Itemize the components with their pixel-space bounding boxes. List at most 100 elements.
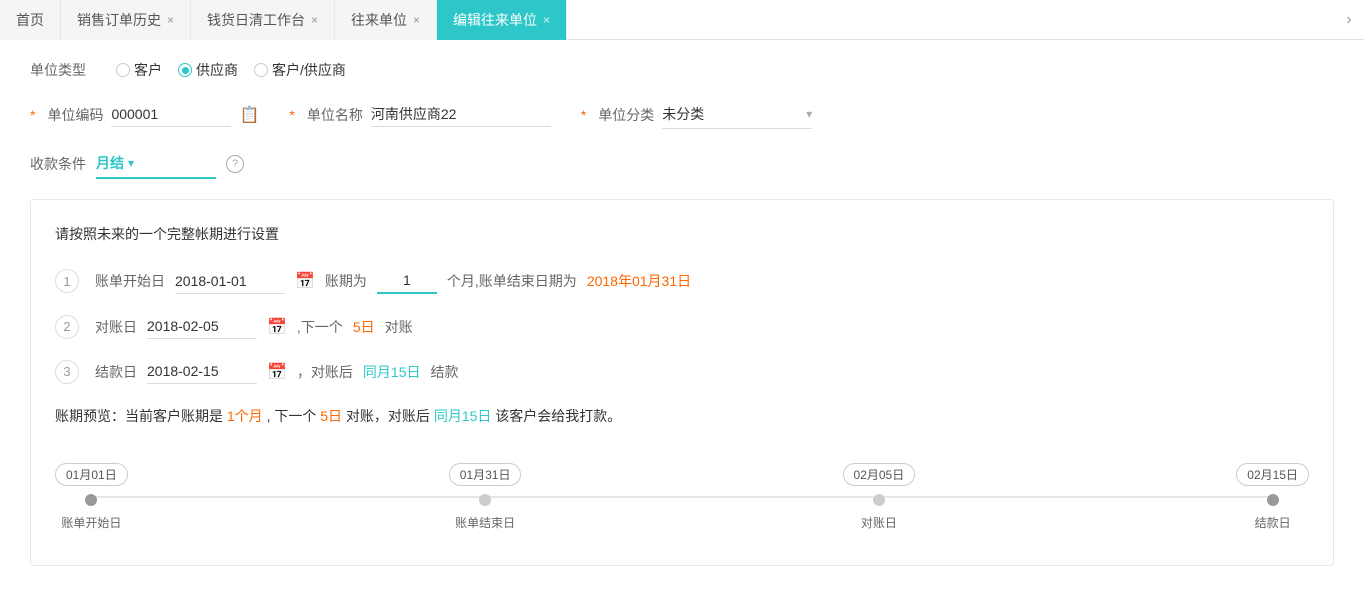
- tl-label-1: 账单结束日: [455, 514, 515, 531]
- step-1-content: 账单开始日 📅 账期为 个月,账单结束日期为 2018年01月31日: [95, 268, 691, 294]
- payment-condition-value: 月结: [96, 153, 124, 173]
- tab-home-label: 首页: [16, 10, 44, 30]
- unit-category-select[interactable]: 未分类 ▾: [662, 100, 812, 129]
- preview-text: 账期预览：当前客户账期是 1个月 , 下一个 5日 对账，对账后 同月15日 该…: [55, 404, 1309, 429]
- step-3-num: 3: [55, 360, 79, 384]
- step-1-label: 账单开始日: [95, 271, 165, 291]
- step-3-suffix-after: 结款: [431, 362, 459, 382]
- tl-label-0: 账单开始日: [61, 514, 121, 531]
- payment-condition-row: 收款条件 月结 ▾ ?: [30, 149, 1334, 179]
- tabs-bar: 首页 销售订单历史 × 钱货日清工作台 × 往来单位 × 编辑往来单位 × ›: [0, 0, 1364, 40]
- tl-dot-1: [479, 494, 491, 506]
- radio-supplier[interactable]: 供应商: [178, 60, 238, 80]
- tab-cash-work-close[interactable]: ×: [311, 14, 318, 26]
- tl-badge-0: 01月01日: [55, 463, 128, 486]
- step-3-highlight: 同月15日: [363, 362, 421, 382]
- tl-label-2: 对账日: [861, 514, 897, 531]
- unit-category-group: * 单位分类 未分类 ▾: [581, 100, 812, 129]
- unit-code-label: 单位编码: [47, 105, 103, 125]
- step-2-date-input[interactable]: [147, 314, 257, 339]
- radio-customer-circle: [116, 63, 130, 77]
- payment-condition-select[interactable]: 月结 ▾: [96, 149, 216, 179]
- preview-part6: 该客户会给我打款。: [495, 408, 621, 424]
- radio-both-label: 客户/供应商: [272, 60, 346, 80]
- unit-name-input[interactable]: [371, 102, 551, 127]
- radio-both[interactable]: 客户/供应商: [254, 60, 346, 80]
- step-1-period-unit: 个月,账单结束日期为: [447, 271, 577, 291]
- radio-supplier-circle: [178, 63, 192, 77]
- tl-dot-3: [1267, 494, 1279, 506]
- tab-partner-label: 往来单位: [351, 10, 407, 30]
- tab-cash-work-label: 钱货日清工作台: [207, 10, 305, 30]
- step-3-date-input[interactable]: [147, 359, 257, 384]
- timeline-point-3: 02月15日 结款日: [1236, 463, 1309, 531]
- unit-type-row: 单位类型 客户 供应商 客户/供应商: [30, 60, 1334, 80]
- unit-name-label: 单位名称: [307, 105, 363, 125]
- tl-badge-2: 02月05日: [843, 463, 916, 486]
- tl-dot-0: [85, 494, 97, 506]
- step-2-row: 2 对账日 📅 ,下一个 5日 对账: [55, 314, 1309, 339]
- timeline-points: 01月01日 账单开始日 01月31日 账单结束日 02月05日 对账日 02月…: [55, 463, 1309, 531]
- unit-code-input[interactable]: [111, 102, 231, 127]
- preview-part2: , 下一个: [267, 408, 317, 424]
- unit-category-value: 未分类: [662, 104, 802, 124]
- tab-cash-work[interactable]: 钱货日清工作台 ×: [191, 0, 335, 40]
- step-2-suffix-after: 对账: [385, 317, 413, 337]
- unit-type-label: 单位类型: [30, 60, 86, 80]
- unit-code-group: * 单位编码 📋: [30, 102, 259, 127]
- step-1-period-before: 账期为: [325, 271, 367, 291]
- preview-part3: 5日: [320, 408, 342, 424]
- payment-condition-arrow-icon: ▾: [128, 156, 134, 170]
- tl-label-3: 结款日: [1255, 514, 1291, 531]
- step-2-suffix-before: ,下一个: [297, 317, 343, 337]
- step-3-cal-icon[interactable]: 📅: [267, 362, 287, 382]
- step-2-highlight: 5日: [353, 317, 375, 337]
- preview-part4: 对账，对账后: [346, 408, 430, 424]
- step-1-end-date: 2018年01月31日: [587, 271, 691, 291]
- step-1-num: 1: [55, 269, 79, 293]
- preview-part1: 1个月: [227, 408, 263, 424]
- tab-home[interactable]: 首页: [0, 0, 61, 40]
- unit-type-radio-group: 客户 供应商 客户/供应商: [116, 60, 346, 80]
- unit-code-copy-icon[interactable]: 📋: [239, 105, 259, 125]
- unit-category-arrow-icon: ▾: [806, 107, 812, 121]
- unit-category-star: *: [581, 107, 586, 123]
- unit-code-star: *: [30, 107, 35, 123]
- step-3-label: 结款日: [95, 362, 137, 382]
- unit-name-star: *: [289, 107, 294, 123]
- step-1-period-input[interactable]: [377, 268, 437, 294]
- timeline-point-0: 01月01日 账单开始日: [55, 463, 128, 531]
- step-1-cal-icon[interactable]: 📅: [295, 271, 315, 291]
- card-section: 请按照未来的一个完整帐期进行设置 1 账单开始日 📅 账期为 个月,账单结束日期…: [30, 199, 1334, 566]
- timeline: 01月01日 账单开始日 01月31日 账单结束日 02月05日 对账日 02月…: [55, 453, 1309, 541]
- payment-condition-label: 收款条件: [30, 154, 86, 174]
- step-3-row: 3 结款日 📅 ，对账后 同月15日 结款: [55, 359, 1309, 384]
- tabs-expand-button[interactable]: ›: [1334, 0, 1364, 40]
- tl-badge-1: 01月31日: [449, 463, 522, 486]
- tab-sales-history-close[interactable]: ×: [167, 14, 174, 26]
- unit-fields-row: * 单位编码 📋 * 单位名称 * 单位分类 未分类 ▾: [30, 100, 1334, 129]
- step-2-label: 对账日: [95, 317, 137, 337]
- tab-edit-partner-label: 编辑往来单位: [453, 10, 537, 30]
- radio-customer[interactable]: 客户: [116, 60, 162, 80]
- tab-partner[interactable]: 往来单位 ×: [335, 0, 437, 40]
- unit-category-label: 单位分类: [598, 105, 654, 125]
- timeline-point-1: 01月31日 账单结束日: [449, 463, 522, 531]
- main-content: 单位类型 客户 供应商 客户/供应商 * 单位编码 📋 * 单位名: [0, 40, 1364, 608]
- step-2-cal-icon[interactable]: 📅: [267, 317, 287, 337]
- preview-part5: 同月15日: [434, 408, 492, 424]
- tab-sales-history[interactable]: 销售订单历史 ×: [61, 0, 191, 40]
- step-2-content: 对账日 📅 ,下一个 5日 对账: [95, 314, 413, 339]
- unit-name-group: * 单位名称: [289, 102, 550, 127]
- tab-edit-partner[interactable]: 编辑往来单位 ×: [437, 0, 567, 40]
- help-icon[interactable]: ?: [226, 155, 244, 173]
- tl-dot-2: [873, 494, 885, 506]
- step-3-content: 结款日 📅 ，对账后 同月15日 结款: [95, 359, 459, 384]
- timeline-point-2: 02月05日 对账日: [843, 463, 916, 531]
- tl-badge-3: 02月15日: [1236, 463, 1309, 486]
- radio-supplier-label: 供应商: [196, 60, 238, 80]
- step-3-suffix-before: ，对账后: [297, 362, 353, 382]
- step-1-date-input[interactable]: [175, 269, 285, 294]
- tab-edit-partner-close[interactable]: ×: [543, 14, 550, 26]
- tab-partner-close[interactable]: ×: [413, 14, 420, 26]
